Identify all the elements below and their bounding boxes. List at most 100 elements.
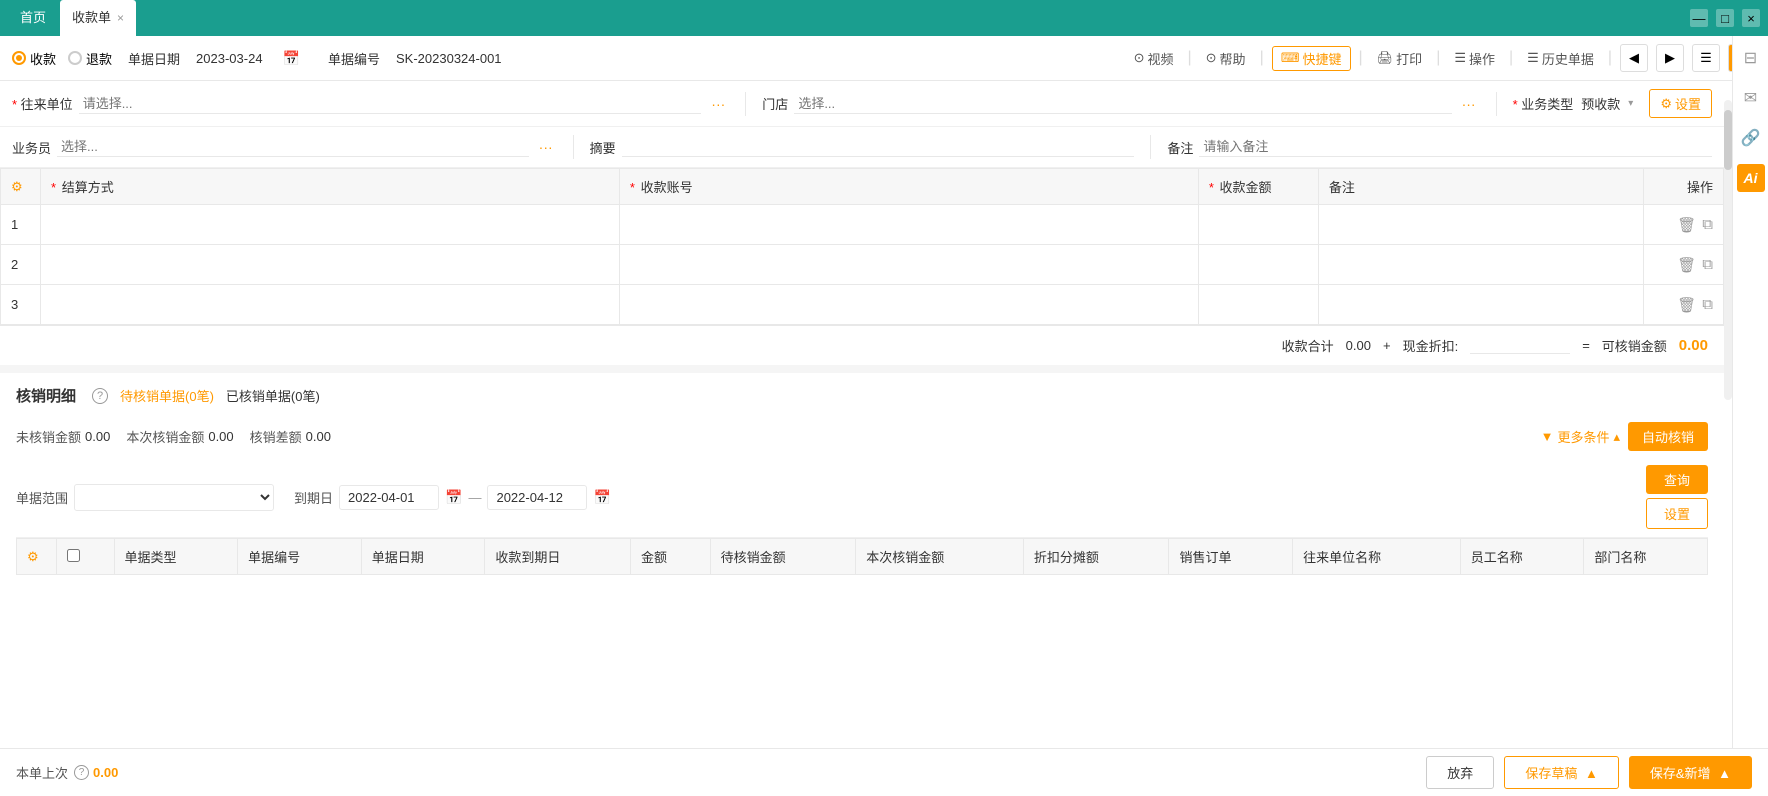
bottom-col-duedate: 收款到期日: [485, 539, 631, 575]
discount-input[interactable]: [1470, 338, 1570, 354]
duedate-from-input[interactable]: [339, 485, 439, 510]
remarks-input[interactable]: [1199, 137, 1712, 157]
save-draft-arrow-icon[interactable]: ▲: [1585, 766, 1598, 781]
nav-tab-close-icon[interactable]: ×: [117, 0, 124, 36]
row-amount-3[interactable]: [1198, 285, 1318, 325]
staff-input[interactable]: [57, 137, 529, 157]
current-stat: 本次核销金额 0.00: [126, 427, 233, 446]
number-label: 单据编号: [328, 49, 380, 68]
col-settings-header[interactable]: ⚙: [1, 169, 41, 205]
row-copy-icon-2[interactable]: ⧉: [1702, 256, 1713, 274]
radio-refund[interactable]: 退款: [68, 49, 112, 68]
save-new-arrow-icon[interactable]: ▲: [1718, 766, 1731, 781]
nav-tab-receipt[interactable]: 收款单 ×: [60, 0, 136, 36]
row-remarks-2[interactable]: [1318, 245, 1643, 285]
settings-button[interactable]: ⚙ 设置: [1649, 89, 1712, 118]
store-input[interactable]: [794, 94, 1451, 114]
row-settle-1[interactable]: [41, 205, 620, 245]
right-panel-ai-icon[interactable]: Ai: [1737, 164, 1765, 192]
row-settle-3[interactable]: [41, 285, 620, 325]
diff-label: 核销差额: [250, 427, 302, 446]
bottom-col-checkbox[interactable]: [57, 539, 115, 575]
duedate-to-cal-icon[interactable]: 📅: [593, 489, 610, 506]
query-btn[interactable]: 查询: [1646, 465, 1708, 494]
duedate-from-cal-icon[interactable]: 📅: [445, 489, 462, 506]
diff-value: 0.00: [306, 429, 331, 444]
row-account-2[interactable]: [619, 245, 1198, 285]
save-draft-btn[interactable]: 保存草稿 ▲: [1504, 756, 1619, 789]
row-account-3[interactable]: [619, 285, 1198, 325]
receipt-table-container: ⚙ * 结算方式 * 收款账号 * 收款金额 备注 操作: [0, 168, 1724, 325]
footer-info-icon[interactable]: ?: [74, 765, 89, 780]
hexiao-info-icon[interactable]: ?: [92, 388, 108, 404]
shortcut-label: 快捷键: [1302, 49, 1341, 68]
nav-minimize-icon[interactable]: —: [1690, 9, 1708, 27]
abandon-btn[interactable]: 放弃: [1426, 756, 1494, 789]
video-icon: ⊙: [1134, 50, 1145, 66]
shortcut-btn[interactable]: ⌨ 快捷键: [1272, 46, 1351, 71]
hexiao-filter-row: 单据范围 到期日 📅 — 📅 查询 设置: [16, 457, 1708, 538]
radio-receipt[interactable]: 收款: [12, 49, 56, 68]
summary-row: 收款合计 0.00 + 现金折扣: = 可核销金额 0.00: [0, 325, 1724, 365]
bottom-settings-icon[interactable]: ⚙: [27, 549, 39, 564]
auto-hexiao-btn[interactable]: 自动核销: [1628, 422, 1708, 451]
row-remarks-3[interactable]: [1318, 285, 1643, 325]
next-btn[interactable]: ▶: [1656, 44, 1684, 72]
prev-btn[interactable]: ◀: [1620, 44, 1648, 72]
radio-receipt-dot: [12, 51, 26, 65]
duedate-to-input[interactable]: [487, 485, 587, 510]
counterparty-label: 往来单位: [12, 94, 73, 113]
more-conditions-btn[interactable]: ▼ 更多条件: [1541, 427, 1620, 446]
store-more-icon[interactable]: ···: [1458, 96, 1480, 112]
staff-more-icon[interactable]: ···: [535, 139, 557, 155]
right-panel-attachment-icon[interactable]: 🔗: [1737, 124, 1765, 152]
counterparty-input[interactable]: [79, 94, 702, 114]
print-btn[interactable]: 🖨 打印: [1371, 47, 1429, 70]
hexiao-tab-pending[interactable]: 待核销单据(0笔): [120, 386, 214, 405]
row-action-2: 🗑 ⧉: [1644, 245, 1724, 285]
table-settings-icon[interactable]: ⚙: [11, 179, 23, 194]
duedate-field: 到期日 📅 — 📅: [294, 485, 611, 510]
hexiao-tab-done[interactable]: 已核销单据(0笔): [226, 386, 320, 405]
uncleared-value: 0.00: [85, 429, 110, 444]
summary-input[interactable]: [622, 137, 1135, 157]
right-panel-email-icon[interactable]: ✉: [1737, 84, 1765, 112]
col-receipt-account-header: * 收款账号: [619, 169, 1198, 205]
row-remarks-1[interactable]: [1318, 205, 1643, 245]
row-delete-icon-3[interactable]: 🗑: [1677, 296, 1696, 314]
bottom-col-type: 单据类型: [114, 539, 238, 575]
scroll-track[interactable]: [1724, 100, 1732, 400]
row-delete-icon-1[interactable]: 🗑: [1677, 216, 1696, 234]
range-select[interactable]: [74, 484, 274, 511]
history-btn[interactable]: ☰ 历史单据: [1521, 47, 1600, 70]
list-view-btn[interactable]: ☰: [1692, 44, 1720, 72]
bottom-col-settings[interactable]: ⚙: [17, 539, 57, 575]
bottom-col-date: 单据日期: [361, 539, 485, 575]
form-row-2: 业务员 ··· 摘要 备注: [0, 127, 1724, 168]
row-copy-icon-3[interactable]: ⧉: [1702, 296, 1713, 314]
right-panel-table-icon[interactable]: ⊟: [1737, 44, 1765, 72]
video-btn[interactable]: ⊙ 视频: [1128, 47, 1180, 70]
help-btn[interactable]: ⊙ 帮助: [1200, 47, 1252, 70]
row-action-3: 🗑 ⧉: [1644, 285, 1724, 325]
nav-home[interactable]: 首页: [8, 0, 58, 36]
row-account-1[interactable]: [619, 205, 1198, 245]
row-copy-icon-1[interactable]: ⧉: [1702, 216, 1713, 234]
row-amount-1[interactable]: [1198, 205, 1318, 245]
save-new-btn[interactable]: 保存&新增 ▲: [1629, 756, 1752, 789]
filter-settings-btn[interactable]: 设置: [1646, 498, 1708, 529]
select-all-checkbox[interactable]: [67, 549, 80, 562]
nav-close-icon[interactable]: ×: [1742, 9, 1760, 27]
settings-icon: ⚙: [1660, 96, 1672, 112]
calendar-icon[interactable]: 📅: [283, 50, 300, 67]
operation-btn[interactable]: ☰ 操作: [1448, 47, 1501, 70]
row-amount-2[interactable]: [1198, 245, 1318, 285]
row-delete-icon-2[interactable]: 🗑: [1677, 256, 1696, 274]
col-remarks-header: 备注: [1318, 169, 1643, 205]
nav-maximize-icon[interactable]: □: [1716, 9, 1734, 27]
scroll-thumb[interactable]: [1724, 110, 1732, 170]
biztype-dropdown-icon[interactable]: ▾: [1628, 98, 1633, 109]
counterparty-more-icon[interactable]: ···: [707, 96, 729, 112]
bottom-col-counterparty: 往来单位名称: [1293, 539, 1461, 575]
row-settle-2[interactable]: [41, 245, 620, 285]
